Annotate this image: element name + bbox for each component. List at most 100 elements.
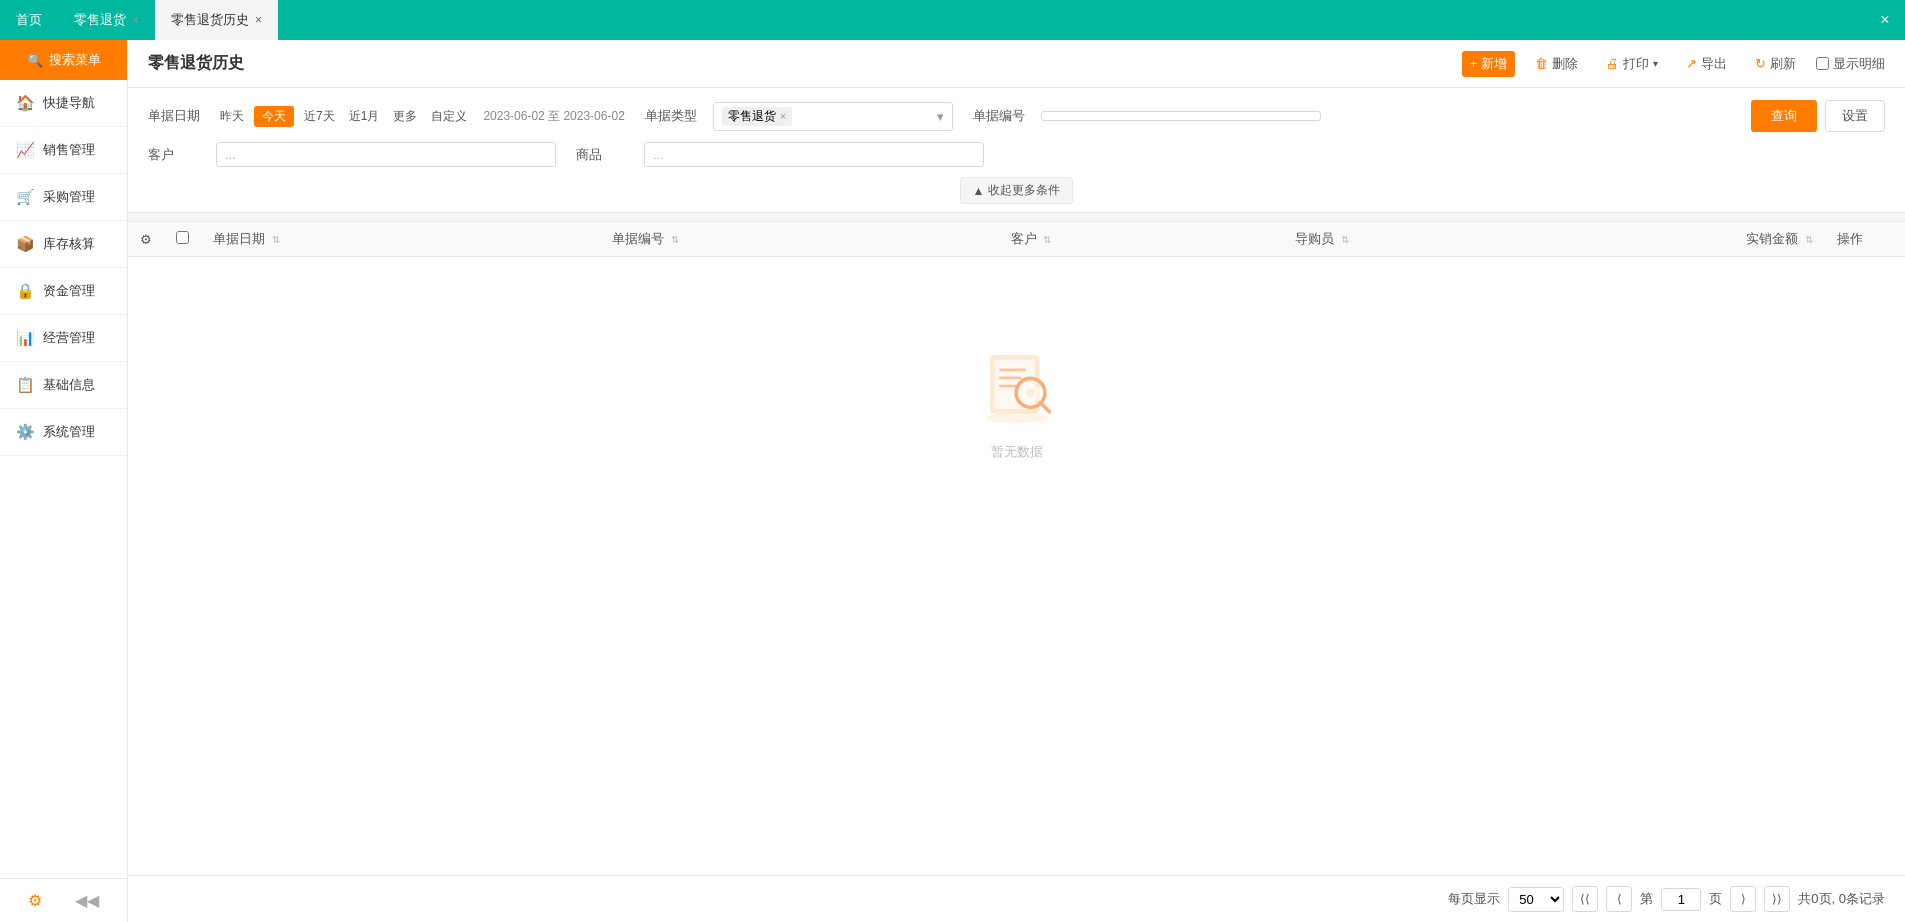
date-opt-more[interactable]: 更多 [389, 106, 421, 127]
inventory-icon: 📦 [16, 235, 35, 253]
page-prev-button[interactable]: ⟨ [1606, 886, 1632, 912]
page-number-input[interactable] [1661, 888, 1701, 911]
print-chevron-icon: ▾ [1653, 58, 1658, 69]
goods-placeholder: ... [653, 147, 664, 162]
table-header-row: ⚙ 单据日期 ⇅ 单据编号 ⇅ [128, 222, 1905, 257]
finance-icon: 🔒 [16, 282, 35, 300]
bill-type-tag-close[interactable]: × [780, 110, 786, 122]
customer-input[interactable]: ... [216, 142, 556, 167]
sidebar-item-basic-info[interactable]: 📋 基础信息 [0, 362, 127, 409]
export-icon: ↗ [1686, 56, 1697, 71]
total-record-text: 共0页, 0条记录 [1798, 890, 1885, 908]
sidebar-item-system-mgmt[interactable]: ⚙️ 系统管理 [0, 409, 127, 456]
page-size-select[interactable]: 10 20 50 100 [1508, 887, 1564, 912]
goods-filter: 商品 ... [576, 142, 984, 167]
date-options: 昨天 今天 近7天 近1月 更多 自定义 [216, 106, 471, 127]
sidebar-search[interactable]: 🔍 搜索菜单 [0, 40, 127, 80]
settings-button[interactable]: 设置 [1825, 100, 1885, 132]
sidebar-item-sales-mgmt[interactable]: 📈 销售管理 [0, 127, 127, 174]
tab-retail-return-history[interactable]: 零售退货历史 × [155, 0, 278, 40]
sidebar-item-purchase-mgmt-label: 采购管理 [43, 188, 95, 206]
th-guide-label: 导购员 [1295, 231, 1334, 246]
svg-point-0 [985, 413, 1048, 424]
delete-button[interactable]: 🗑 删除 [1527, 51, 1586, 77]
content-area: 零售退货历史 + 新增 🗑 删除 🖨 打印 ▾ ↗ 导出 [128, 40, 1905, 922]
bill-type-select[interactable]: 零售退货 × ▾ [713, 102, 953, 131]
display-detail-input[interactable] [1816, 57, 1829, 70]
date-opt-custom[interactable]: 自定义 [427, 106, 471, 127]
svg-line-8 [1040, 403, 1049, 412]
sidebar-item-quick-nav[interactable]: 🏠 快捷导航 [0, 80, 127, 127]
empty-state: 暂无数据 [128, 257, 1905, 541]
th-customer: 客户 ⇅ [999, 222, 1283, 257]
purchase-icon: 🛒 [16, 188, 35, 206]
page-next-button[interactable]: ⟩ [1730, 886, 1756, 912]
empty-state-cell: 暂无数据 [128, 257, 1905, 542]
collapse-button[interactable]: ▲ 收起更多条件 [960, 177, 1074, 204]
window-close-button[interactable]: × [1865, 0, 1905, 40]
bill-date-sort-icon[interactable]: ⇅ [272, 234, 280, 245]
print-button[interactable]: 🖨 打印 ▾ [1598, 51, 1666, 77]
sidebar-item-inventory-calc-label: 库存核算 [43, 235, 95, 253]
collapse-button-label: 收起更多条件 [988, 182, 1060, 199]
search-icon: 🔍 [27, 53, 43, 68]
date-filter: 单据日期 昨天 今天 近7天 近1月 更多 自定义 2023-06-02 至 2… [148, 106, 625, 127]
bill-type-tag-value: 零售退货 [728, 108, 776, 125]
display-detail-label: 显示明细 [1833, 55, 1885, 73]
query-button[interactable]: 查询 [1751, 100, 1817, 132]
date-range-display: 2023-06-02 至 2023-06-02 [483, 108, 624, 125]
customer-filter: 客户 ... [148, 142, 556, 167]
goods-input[interactable]: ... [644, 142, 984, 167]
page-first-button[interactable]: ⟨⟨ [1572, 886, 1598, 912]
sidebar-item-purchase-mgmt[interactable]: 🛒 采购管理 [0, 174, 127, 221]
top-tabs: 首页 零售退货 × 零售退货历史 × [0, 0, 1865, 40]
sidebar-item-finance-mgmt[interactable]: 🔒 资金管理 [0, 268, 127, 315]
bill-type-tag: 零售退货 × [722, 107, 792, 126]
sidebar-item-operations-mgmt[interactable]: 📊 经营管理 [0, 315, 127, 362]
customer-sort-icon[interactable]: ⇅ [1043, 234, 1051, 245]
export-button[interactable]: ↗ 导出 [1678, 51, 1735, 77]
main-layout: 🔍 搜索菜单 🏠 快捷导航 📈 销售管理 🛒 采购管理 📦 库存核算 🔒 [0, 40, 1905, 922]
sidebar-item-sales-mgmt-label: 销售管理 [43, 141, 95, 159]
goods-label: 商品 [576, 146, 636, 164]
date-opt-yesterday[interactable]: 昨天 [216, 106, 248, 127]
table-area: ⚙ 单据日期 ⇅ 单据编号 ⇅ [128, 221, 1905, 875]
empty-state-icon [972, 337, 1062, 427]
settings-col-icon[interactable]: ⚙ [140, 232, 152, 247]
collapse-up-icon: ▲ [973, 184, 985, 198]
tab-retail-return-history-close[interactable]: × [255, 13, 262, 27]
page-last-button[interactable]: ⟩⟩ [1764, 886, 1790, 912]
bill-no-label: 单据编号 [973, 107, 1033, 125]
amount-sort-icon[interactable]: ⇅ [1805, 234, 1813, 245]
guide-sort-icon[interactable]: ⇅ [1341, 234, 1349, 245]
tab-home[interactable]: 首页 [0, 0, 58, 40]
th-amount-label: 实销金额 [1746, 231, 1798, 246]
sidebar-item-basic-info-label: 基础信息 [43, 376, 95, 394]
svg-rect-4 [999, 377, 1022, 380]
refresh-button[interactable]: ↻ 刷新 [1747, 51, 1804, 77]
refresh-icon: ↻ [1755, 56, 1766, 71]
page-size-label: 每页显示 [1448, 890, 1500, 908]
sidebar-item-system-mgmt-label: 系统管理 [43, 423, 95, 441]
display-detail-checkbox[interactable]: 显示明细 [1816, 55, 1885, 73]
table-body: 暂无数据 [128, 257, 1905, 542]
date-opt-last7[interactable]: 近7天 [300, 106, 339, 127]
th-checkbox[interactable] [164, 222, 201, 257]
date-opt-today[interactable]: 今天 [254, 106, 294, 127]
sound-footer-icon[interactable]: ◀◀ [75, 891, 99, 910]
page-title: 零售退货历史 [148, 53, 244, 74]
bill-no-sort-icon[interactable]: ⇅ [671, 234, 679, 245]
add-button[interactable]: + 新增 [1462, 51, 1515, 77]
date-opt-last1month[interactable]: 近1月 [345, 106, 384, 127]
tab-retail-return-close[interactable]: × [132, 13, 139, 27]
delete-icon: 🗑 [1535, 56, 1548, 71]
tab-retail-return[interactable]: 零售退货 × [58, 0, 155, 40]
settings-footer-icon[interactable]: ⚙ [28, 891, 42, 910]
bill-no-input[interactable] [1041, 111, 1321, 121]
svg-rect-5 [999, 385, 1017, 388]
th-settings[interactable]: ⚙ [128, 222, 164, 257]
select-all-checkbox[interactable] [176, 231, 189, 244]
sidebar-item-inventory-calc[interactable]: 📦 库存核算 [0, 221, 127, 268]
tab-retail-return-label: 零售退货 [74, 11, 126, 29]
th-actions: 操作 [1825, 222, 1905, 257]
